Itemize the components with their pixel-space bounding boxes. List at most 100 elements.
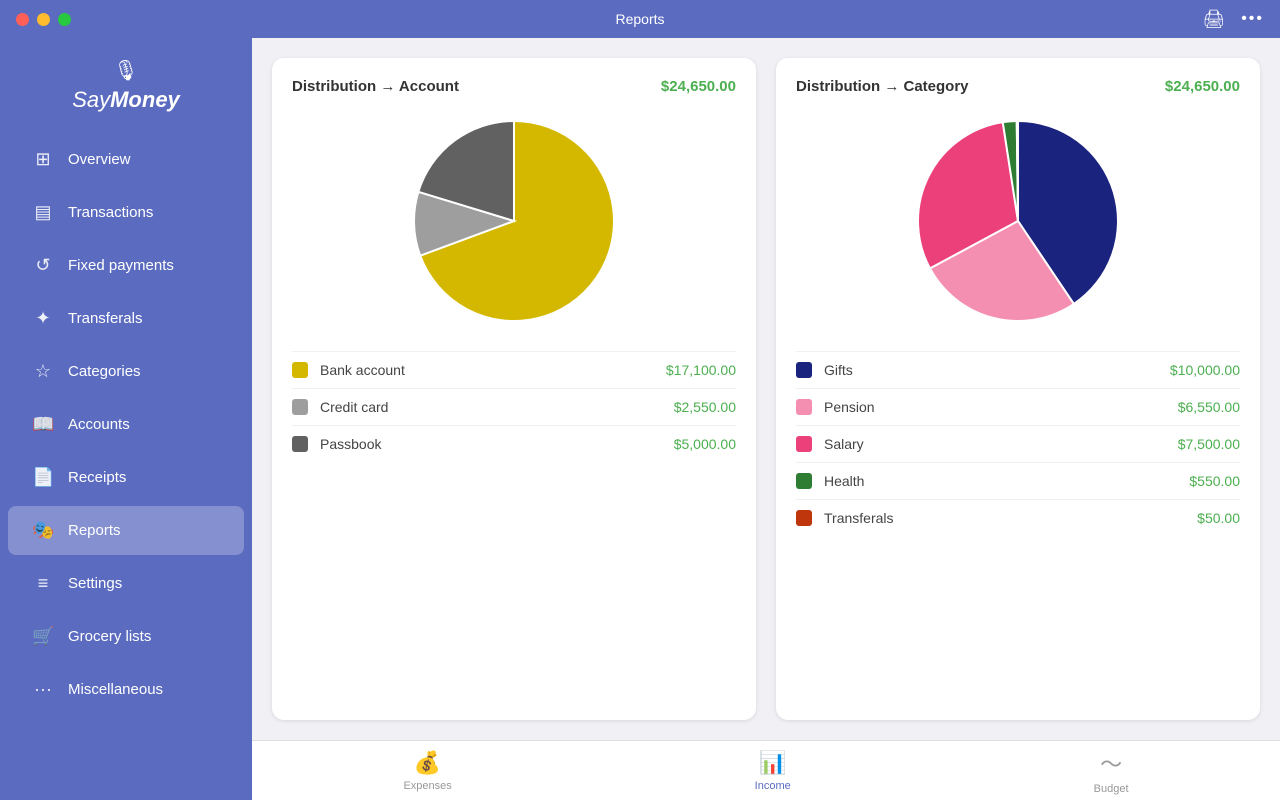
sidebar-item-transactions[interactable]: ▤ Transactions (8, 188, 244, 237)
legend-item-transferals: Transferals $50.00 (796, 499, 1240, 536)
sidebar-item-reports[interactable]: 🎭 Reports (8, 506, 244, 555)
category-chart-area (796, 111, 1240, 341)
transferals-icon: ✦ (32, 308, 54, 329)
category-card-total: $24,650.00 (1165, 78, 1240, 95)
income-tab-icon: 📊 (759, 750, 786, 776)
sidebar-label-fixed-payments: Fixed payments (68, 257, 174, 274)
health-label: Health (824, 473, 1189, 489)
account-chart-area (292, 111, 736, 341)
passbook-label: Passbook (320, 436, 674, 452)
reports-icon: 🎭 (32, 520, 54, 541)
category-distribution-card: Distribution → Category $24,650.00 Gifts… (776, 58, 1260, 720)
income-tab-label: Income (755, 780, 791, 792)
content-area: Distribution → Account $24,650.00 Bank a… (252, 38, 1280, 740)
accounts-icon: 📖 (32, 414, 54, 435)
transferals-color (796, 510, 812, 526)
logo-area: 🎙 SayMoney (0, 48, 252, 133)
legend-item-gifts: Gifts $10,000.00 (796, 351, 1240, 388)
account-card-total: $24,650.00 (661, 78, 736, 95)
sidebar-item-grocery-lists[interactable]: 🛒 Grocery lists (8, 612, 244, 661)
tab-expenses[interactable]: 💰 Expenses (383, 744, 471, 798)
sidebar-item-miscellaneous[interactable]: ··· Miscellaneous (8, 665, 244, 714)
miscellaneous-icon: ··· (32, 679, 54, 700)
sidebar-item-settings[interactable]: ≡ Settings (8, 559, 244, 608)
app-logo: SayMoney (72, 87, 180, 113)
pension-label: Pension (824, 399, 1178, 415)
legend-item-salary: Salary $7,500.00 (796, 425, 1240, 462)
title-bar-actions: 🖨 ••• (1202, 9, 1264, 30)
sidebar-label-categories: Categories (68, 363, 141, 380)
sidebar-label-miscellaneous: Miscellaneous (68, 681, 163, 698)
pension-value: $6,550.00 (1178, 399, 1240, 415)
settings-icon: ≡ (32, 573, 54, 594)
sidebar-item-categories[interactable]: ☆ Categories (8, 347, 244, 396)
credit-card-value: $2,550.00 (674, 399, 736, 415)
sidebar-label-accounts: Accounts (68, 416, 130, 433)
logo-icon: 🎙 (113, 58, 138, 83)
gifts-value: $10,000.00 (1170, 362, 1240, 378)
sidebar-item-transferals[interactable]: ✦ Transferals (8, 294, 244, 343)
window-controls[interactable] (16, 13, 71, 26)
sidebar-item-overview[interactable]: ⊞ Overview (8, 135, 244, 184)
sidebar-item-receipts[interactable]: 📄 Receipts (8, 453, 244, 502)
budget-tab-icon: 〜 (1100, 747, 1122, 779)
legend-item-passbook: Passbook $5,000.00 (292, 425, 736, 462)
expenses-tab-icon: 💰 (414, 750, 441, 776)
legend-item-bank: Bank account $17,100.00 (292, 351, 736, 388)
window-title: Reports (615, 11, 664, 27)
overview-icon: ⊞ (32, 149, 54, 170)
sidebar-item-fixed-payments[interactable]: ↺ Fixed payments (8, 241, 244, 290)
transferals-value: $50.00 (1197, 510, 1240, 526)
passbook-value: $5,000.00 (674, 436, 736, 452)
sidebar-item-accounts[interactable]: 📖 Accounts (8, 400, 244, 449)
title-bar: Reports 🖨 ••• (0, 0, 1280, 38)
maximize-button[interactable] (58, 13, 71, 26)
salary-label: Salary (824, 436, 1178, 452)
minimize-button[interactable] (37, 13, 50, 26)
bank-account-value: $17,100.00 (666, 362, 736, 378)
salary-color (796, 436, 812, 452)
gifts-color (796, 362, 812, 378)
category-legend: Gifts $10,000.00 Pension $6,550.00 Salar… (796, 351, 1240, 536)
pension-color (796, 399, 812, 415)
legend-item-credit: Credit card $2,550.00 (292, 388, 736, 425)
tab-bar: 💰 Expenses 📊 Income 〜 Budget (252, 740, 1280, 800)
app-container: 🎙 SayMoney ⊞ Overview ▤ Transactions ↺ F… (0, 38, 1280, 800)
account-pie-chart (414, 121, 614, 321)
more-options-icon[interactable]: ••• (1241, 10, 1264, 28)
sidebar-label-transferals: Transferals (68, 310, 142, 327)
credit-card-color (292, 399, 308, 415)
tab-budget[interactable]: 〜 Budget (1074, 741, 1149, 800)
credit-card-label: Credit card (320, 399, 674, 415)
sidebar-label-reports: Reports (68, 522, 121, 539)
passbook-color (292, 436, 308, 452)
expenses-tab-label: Expenses (403, 780, 451, 792)
main-content: Distribution → Account $24,650.00 Bank a… (252, 38, 1280, 800)
legend-item-health: Health $550.00 (796, 462, 1240, 499)
sidebar-label-receipts: Receipts (68, 469, 126, 486)
gifts-label: Gifts (824, 362, 1170, 378)
category-card-header: Distribution → Category $24,650.00 (796, 78, 1240, 95)
sidebar-label-transactions: Transactions (68, 204, 153, 221)
transactions-icon: ▤ (32, 202, 54, 223)
close-button[interactable] (16, 13, 29, 26)
bank-account-label: Bank account (320, 362, 666, 378)
health-value: $550.00 (1189, 473, 1240, 489)
print-icon[interactable]: 🖨 (1202, 9, 1225, 30)
legend-item-pension: Pension $6,550.00 (796, 388, 1240, 425)
transferals-label: Transferals (824, 510, 1197, 526)
salary-value: $7,500.00 (1178, 436, 1240, 452)
category-card-title: Distribution → Category (796, 78, 969, 95)
sidebar-label-grocery-lists: Grocery lists (68, 628, 151, 645)
sidebar: 🎙 SayMoney ⊞ Overview ▤ Transactions ↺ F… (0, 38, 252, 800)
account-card-header: Distribution → Account $24,650.00 (292, 78, 736, 95)
bank-account-color (292, 362, 308, 378)
grocery-lists-icon: 🛒 (32, 626, 54, 647)
account-distribution-card: Distribution → Account $24,650.00 Bank a… (272, 58, 756, 720)
account-legend: Bank account $17,100.00 Credit card $2,5… (292, 351, 736, 462)
sidebar-label-overview: Overview (68, 151, 131, 168)
tab-income[interactable]: 📊 Income (735, 744, 811, 798)
budget-tab-label: Budget (1094, 783, 1129, 795)
health-color (796, 473, 812, 489)
categories-icon: ☆ (32, 361, 54, 382)
